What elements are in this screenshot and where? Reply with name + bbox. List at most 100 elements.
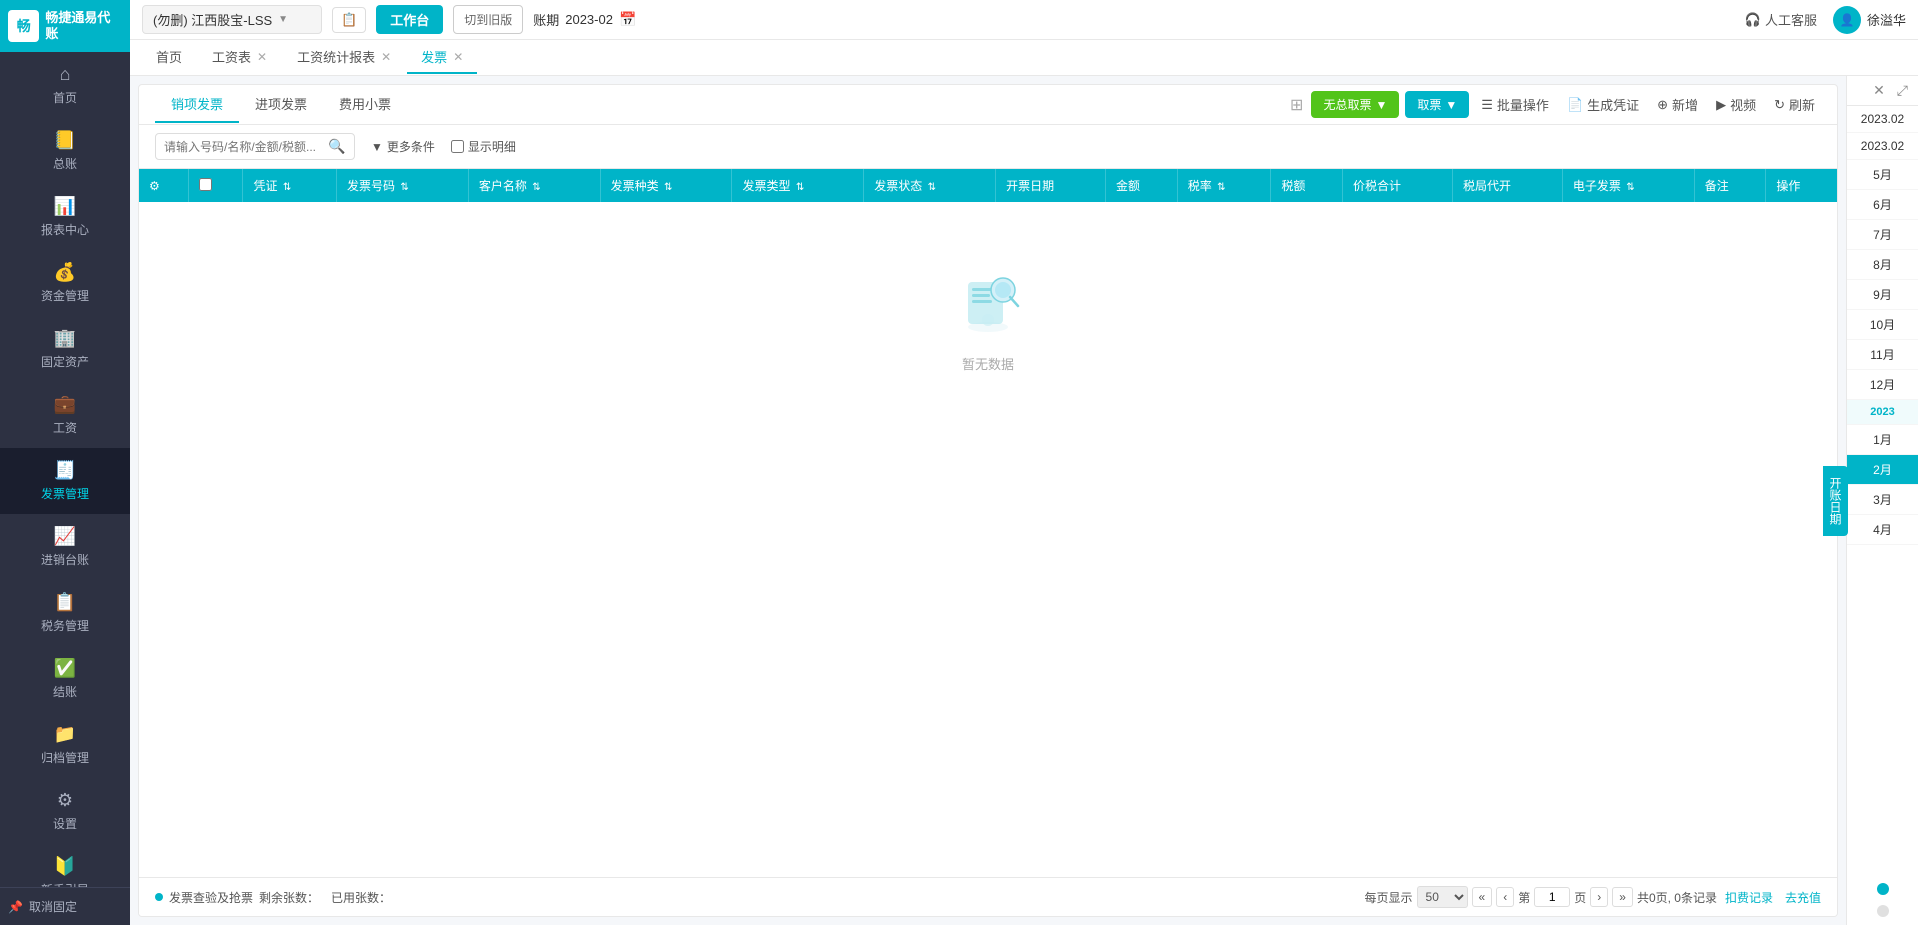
- switch-version-button[interactable]: 切到旧版: [453, 5, 523, 34]
- no-tax-button[interactable]: 无总取票 ▼: [1311, 91, 1399, 118]
- cert-icon: 📄: [1567, 97, 1583, 113]
- tab-close-icon[interactable]: ✕: [453, 50, 463, 64]
- prev-page-button[interactable]: ‹: [1496, 887, 1514, 907]
- sidebar-nav: ⌂ 首页 📒 总账 📊 报表中心 💰 资金管理 🏢 固定资产 💼 工资 🧾 发票…: [0, 52, 130, 887]
- page-input[interactable]: [1534, 887, 1570, 907]
- sidebar-cancel-pin[interactable]: 📌 取消固定: [0, 887, 130, 925]
- detail-checkbox[interactable]: [451, 140, 464, 153]
- copy-button[interactable]: 📋: [332, 7, 366, 33]
- date-item[interactable]: 10月: [1847, 310, 1918, 340]
- sub-tab-sales[interactable]: 销项发票: [155, 86, 239, 123]
- open-period-button[interactable]: 开账日期: [1823, 466, 1848, 536]
- date-item-active[interactable]: 2月: [1847, 455, 1918, 485]
- avatar: 👤: [1833, 6, 1861, 34]
- funds-icon: 💰: [54, 262, 76, 283]
- app-logo[interactable]: 畅 畅捷通易代账: [0, 0, 130, 52]
- sidebar-item-label: 设置: [53, 815, 77, 832]
- grid-view-icon[interactable]: ⊞: [1290, 95, 1303, 115]
- col-tax-rate[interactable]: 税率 ⇅: [1177, 169, 1271, 202]
- tab-close-icon[interactable]: ✕: [381, 50, 391, 64]
- date-item[interactable]: 3月: [1847, 485, 1918, 515]
- col-invoice-no[interactable]: 发票号码 ⇅: [337, 169, 469, 202]
- col-icon: ⚙: [139, 169, 189, 202]
- sidebar-item-home[interactable]: ⌂ 首页: [0, 52, 130, 118]
- page-size-select[interactable]: 50 10 20 100: [1417, 886, 1468, 908]
- date-item[interactable]: 9月: [1847, 280, 1918, 310]
- pin-icon: 📌: [8, 900, 23, 914]
- col-remark: 备注: [1694, 169, 1766, 202]
- date-item[interactable]: 2023.02: [1847, 133, 1918, 160]
- date-panel: 开账日期 ✕ ⤢ 2023.02 2023.02 5月 6月 7月 8月 9月 …: [1846, 76, 1918, 925]
- date-panel-close-button[interactable]: ✕: [1869, 80, 1889, 101]
- date-item[interactable]: 12月: [1847, 370, 1918, 400]
- date-item[interactable]: 7月: [1847, 220, 1918, 250]
- filter-button[interactable]: ▼ 更多条件: [363, 134, 443, 159]
- deduct-link[interactable]: 扣费记录: [1725, 889, 1773, 906]
- next-page-button[interactable]: ›: [1590, 887, 1608, 907]
- company-selector[interactable]: (勿删) 江西股宝-LSS ▼: [142, 5, 322, 34]
- col-customer[interactable]: 客户名称 ⇅: [468, 169, 600, 202]
- tab-invoice[interactable]: 发票 ✕: [407, 41, 477, 74]
- sidebar-item-settings[interactable]: ⚙ 设置: [0, 778, 130, 844]
- tab-label: 工资统计报表: [297, 47, 375, 66]
- sidebar-item-assets[interactable]: 🏢 固定资产: [0, 316, 130, 382]
- date-item[interactable]: 5月: [1847, 160, 1918, 190]
- sidebar-item-invoice[interactable]: 🧾 发票管理: [0, 448, 130, 514]
- tab-label: 工资表: [212, 47, 251, 66]
- user-info[interactable]: 👤 徐溢华: [1833, 6, 1906, 34]
- sidebar-item-salary[interactable]: 💼 工资: [0, 382, 130, 448]
- col-status[interactable]: 发票状态 ⇅: [864, 169, 996, 202]
- sidebar-item-label: 税务管理: [41, 617, 89, 634]
- search-input[interactable]: [164, 140, 324, 154]
- take-invoice-button[interactable]: 取票 ▼: [1405, 91, 1469, 118]
- period-value: 2023-02: [565, 12, 613, 27]
- date-item[interactable]: 1月: [1847, 425, 1918, 455]
- search-icon[interactable]: 🔍: [328, 138, 345, 155]
- col-e-invoice[interactable]: 电子发票 ⇅: [1562, 169, 1694, 202]
- sort-icon: ⇅: [796, 182, 804, 193]
- tab-close-icon[interactable]: ✕: [257, 50, 267, 64]
- search-wrap: 🔍: [155, 133, 355, 160]
- date-item[interactable]: 4月: [1847, 515, 1918, 545]
- add-button[interactable]: ⊕ 新增: [1651, 90, 1704, 119]
- sidebar-item-label: 进销台账: [41, 551, 89, 568]
- col-cert[interactable]: 凭证 ⇅: [243, 169, 337, 202]
- col-category[interactable]: 发票类型 ⇅: [732, 169, 864, 202]
- date-item[interactable]: 2023.02: [1847, 106, 1918, 133]
- video-icon: ▶: [1716, 97, 1726, 113]
- sidebar-item-sales[interactable]: 📈 进销台账: [0, 514, 130, 580]
- service-link[interactable]: 🎧 人工客服: [1745, 10, 1817, 29]
- refresh-button[interactable]: ↻ 刷新: [1768, 90, 1821, 119]
- sidebar-item-tax[interactable]: 📋 税务管理: [0, 580, 130, 646]
- workbench-button[interactable]: 工作台: [376, 5, 443, 34]
- sidebar-item-reports[interactable]: 📊 报表中心: [0, 184, 130, 250]
- date-item[interactable]: 6月: [1847, 190, 1918, 220]
- recharge-link[interactable]: 去充值: [1785, 889, 1821, 906]
- sidebar-item-archive[interactable]: 📁 归档管理: [0, 712, 130, 778]
- batch-op-button[interactable]: ☰ 批量操作: [1475, 90, 1555, 119]
- date-item[interactable]: 11月: [1847, 340, 1918, 370]
- video-button[interactable]: ▶ 视频: [1710, 90, 1762, 119]
- last-page-button[interactable]: »: [1612, 887, 1633, 907]
- sub-tab-purchase[interactable]: 进项发票: [239, 86, 323, 123]
- calendar-icon[interactable]: 📅: [619, 11, 636, 28]
- select-all-checkbox[interactable]: [199, 178, 212, 191]
- date-item[interactable]: 8月: [1847, 250, 1918, 280]
- tab-salary-stats[interactable]: 工资统计报表 ✕: [283, 41, 405, 74]
- sidebar-item-label: 首页: [53, 89, 77, 106]
- generate-cert-button[interactable]: 📄 生成凭证: [1561, 90, 1645, 119]
- sidebar-item-ledger[interactable]: 📒 总账: [0, 118, 130, 184]
- date-panel-expand-button[interactable]: ⤢: [1893, 80, 1912, 101]
- scroll-up-indicator[interactable]: [1877, 883, 1889, 895]
- footer-right: 每页显示 50 10 20 100 « ‹ 第 页 › »: [1365, 886, 1821, 908]
- sidebar-item-funds[interactable]: 💰 资金管理: [0, 250, 130, 316]
- show-detail-checkbox[interactable]: 显示明细: [451, 138, 516, 155]
- scroll-down-indicator[interactable]: [1877, 905, 1889, 917]
- tab-salary[interactable]: 工资表 ✕: [198, 41, 281, 74]
- tab-home[interactable]: 首页: [142, 41, 196, 74]
- sidebar-item-settle[interactable]: ✅ 结账: [0, 646, 130, 712]
- col-type[interactable]: 发票种类 ⇅: [600, 169, 732, 202]
- sidebar-item-guide[interactable]: 🔰 新手引导: [0, 844, 130, 887]
- sub-tab-expense[interactable]: 费用小票: [323, 86, 407, 123]
- first-page-button[interactable]: «: [1472, 887, 1493, 907]
